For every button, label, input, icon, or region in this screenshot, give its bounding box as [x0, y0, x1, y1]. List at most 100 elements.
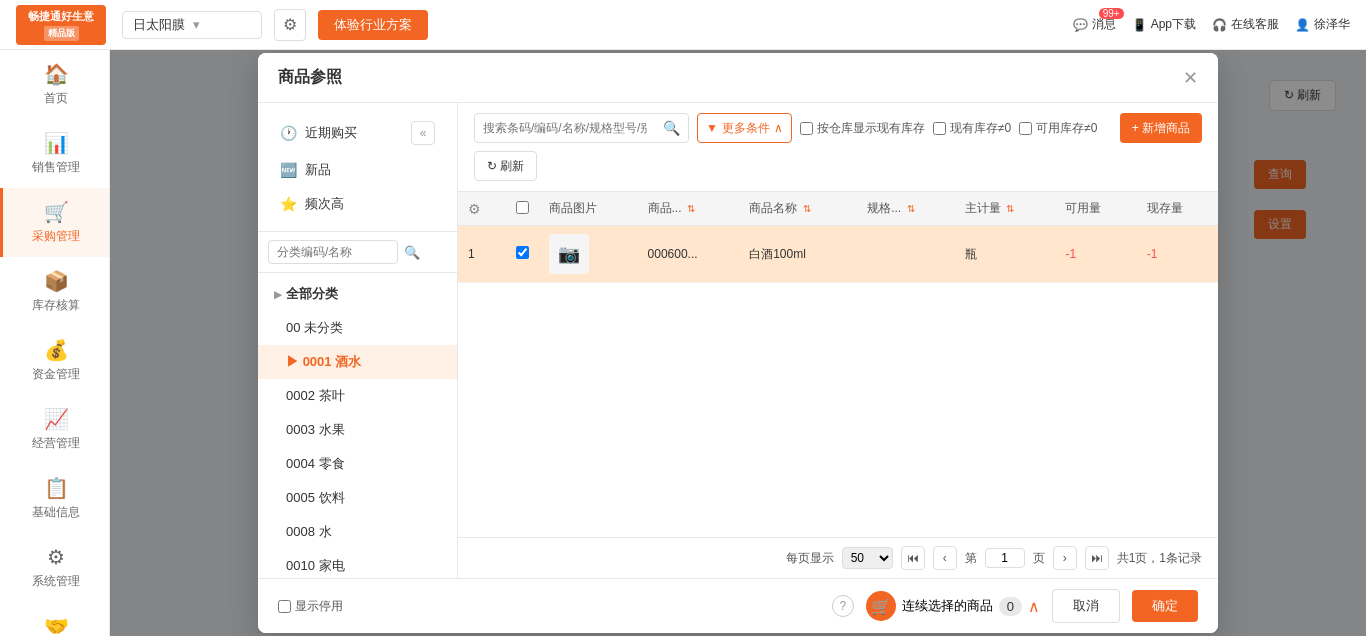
th-image: 商品图片	[539, 192, 638, 226]
sidebar: 🏠 首页 📊 销售管理 🛒 采购管理 📦 库存核算 💰 资金管理 📈 经营管理 …	[0, 50, 110, 636]
th-code[interactable]: 商品... ⇅	[638, 192, 740, 226]
inventory-icon: 📦	[44, 269, 69, 293]
quick-item-new[interactable]: 🆕 新品	[268, 153, 447, 187]
page-label2: 页	[1033, 550, 1045, 567]
row-checkbox[interactable]	[506, 226, 539, 283]
per-page-select[interactable]: 50 100 200	[842, 547, 893, 569]
sidebar-item-system[interactable]: ⚙ 系统管理	[0, 533, 109, 602]
th-spec[interactable]: 规格... ⇅	[857, 192, 955, 226]
page-number-input[interactable]	[985, 548, 1025, 568]
collapse-button[interactable]: «	[411, 121, 435, 145]
navbar: 畅捷通好生意 精品版 日太阳膜 ▾ ⚙ 体验行业方案 💬 消息 99+ 📱 Ap…	[0, 0, 1366, 50]
categories-list: ▶ 全部分类 00 未分类 ▶ 0001 酒水 0002	[258, 273, 457, 578]
category-water-label: 0008 水	[286, 524, 332, 539]
category-water[interactable]: 0008 水	[258, 515, 457, 549]
product-search-button[interactable]: 🔍	[655, 120, 688, 136]
user-item[interactable]: 👤 徐泽华	[1295, 16, 1350, 33]
row-num: 1	[458, 226, 506, 283]
product-table: ⚙ 商品图片 商品... ⇅ 商品名称 ⇅ 规格... ⇅ 主计量 ⇅ 可用量	[458, 192, 1218, 283]
quick-items-list: 🕐 近期购买 « 🆕 新品 ⭐ 频次高	[268, 113, 447, 221]
cart-icon[interactable]: 🛒	[866, 591, 896, 621]
product-search-input[interactable]	[475, 121, 655, 135]
th-name[interactable]: 商品名称 ⇅	[739, 192, 857, 226]
category-fruit[interactable]: 0003 水果	[258, 413, 457, 447]
new-icon: 🆕	[280, 162, 297, 178]
total-info: 共1页，1条记录	[1117, 550, 1202, 567]
modal-close-button[interactable]: ✕	[1183, 69, 1198, 87]
first-page-button[interactable]: ⏮	[901, 546, 925, 570]
sidebar-item-finance[interactable]: 💰 资金管理	[0, 326, 109, 395]
settings-icon[interactable]: ⚙	[274, 9, 306, 41]
checkbox-stock-input[interactable]	[933, 122, 946, 135]
sidebar-item-inventory[interactable]: 📦 库存核算	[0, 257, 109, 326]
service-label: 在线客服	[1231, 16, 1279, 33]
category-drink[interactable]: 0005 饮料	[258, 481, 457, 515]
show-disabled-input[interactable]	[278, 600, 291, 613]
category-search-input[interactable]	[268, 240, 398, 264]
help-button[interactable]: ?	[832, 595, 854, 617]
prev-page-button[interactable]: ‹	[933, 546, 957, 570]
checkbox-available[interactable]: 可用库存≠0	[1019, 120, 1097, 137]
checkbox-stock[interactable]: 现有库存≠0	[933, 120, 1011, 137]
sidebar-item-purchase[interactable]: 🛒 采购管理	[0, 188, 109, 257]
modal-title: 商品参照	[278, 67, 342, 88]
confirm-button[interactable]: 确定	[1132, 590, 1198, 622]
sidebar-label-management: 经营管理	[32, 435, 80, 452]
sidebar-item-home[interactable]: 🏠 首页	[0, 50, 109, 119]
refresh-button[interactable]: ↻ 刷新	[474, 151, 537, 181]
cancel-button[interactable]: 取消	[1052, 589, 1120, 623]
checkbox-warehouse-label: 按仓库显示现有库存	[817, 120, 925, 137]
category-liquor[interactable]: ▶ 0001 酒水	[258, 345, 457, 379]
table-row[interactable]: 1 📷 000600... 白酒100ml 瓶	[458, 226, 1218, 283]
filter-more-button[interactable]: ▼ 更多条件 ∧	[697, 113, 792, 143]
category-search-icon[interactable]: 🔍	[404, 245, 420, 260]
logo: 畅捷通好生意 精品版	[16, 5, 106, 45]
home-icon: 🏠	[44, 62, 69, 86]
checkbox-warehouse-input[interactable]	[800, 122, 813, 135]
select-all-checkbox[interactable]	[516, 201, 529, 214]
cart-section: 🛒 连续选择的商品 0 ∧	[866, 591, 1040, 621]
sidebar-item-sales[interactable]: 📊 销售管理	[0, 119, 109, 188]
store-selector[interactable]: 日太阳膜 ▾	[122, 11, 262, 39]
app-download-item[interactable]: 📱 App下载	[1132, 16, 1196, 33]
category-snack[interactable]: 0004 零食	[258, 447, 457, 481]
sidebar-item-management[interactable]: 📈 经营管理	[0, 395, 109, 464]
row-select-checkbox[interactable]	[516, 246, 529, 259]
show-disabled-checkbox[interactable]: 显示停用	[278, 598, 343, 615]
sidebar-item-enterprise[interactable]: 🤝 企业协同	[0, 602, 109, 636]
sales-icon: 📊	[44, 131, 69, 155]
collapse-cart-icon[interactable]: ∧	[1028, 597, 1040, 616]
quick-item-recent[interactable]: 🕐 近期购买 «	[268, 113, 447, 153]
message-item[interactable]: 💬 消息 99+	[1073, 16, 1116, 33]
user-name: 徐泽华	[1314, 16, 1350, 33]
app-label: App下载	[1151, 16, 1196, 33]
checkbox-warehouse[interactable]: 按仓库显示现有库存	[800, 120, 925, 137]
sidebar-item-basic[interactable]: 📋 基础信息	[0, 464, 109, 533]
navbar-right: 💬 消息 99+ 📱 App下载 🎧 在线客服 👤 徐泽华	[1073, 16, 1350, 33]
modal-header: 商品参照 ✕	[258, 53, 1218, 103]
th-settings[interactable]: ⚙	[458, 192, 506, 226]
sidebar-label-finance: 资金管理	[32, 366, 80, 383]
per-page-label: 每页显示	[786, 550, 834, 567]
next-page-button[interactable]: ›	[1053, 546, 1077, 570]
quick-item-frequent[interactable]: ⭐ 频次高	[268, 187, 447, 221]
modal-footer: 显示停用 ? 🛒 连续选择的商品 0 ∧ 取消 确定	[258, 578, 1218, 633]
chevron-down-icon: ▾	[193, 17, 200, 32]
category-uncategorized[interactable]: 00 未分类	[258, 311, 457, 345]
category-appliance[interactable]: 0010 家电	[258, 549, 457, 578]
checkbox-available-input[interactable]	[1019, 122, 1032, 135]
add-product-button[interactable]: + 新增商品	[1120, 113, 1202, 143]
category-tea[interactable]: 0002 茶叶	[258, 379, 457, 413]
th-unit[interactable]: 主计量 ⇅	[955, 192, 1056, 226]
last-page-button[interactable]: ⏭	[1085, 546, 1109, 570]
th-checkbox[interactable]	[506, 192, 539, 226]
category-search-bar: 🔍	[258, 232, 457, 273]
category-all-label: 全部分类	[286, 285, 338, 303]
product-reference-modal: 商品参照 ✕ 🕐 近期购买 «	[258, 53, 1218, 633]
phone-icon: 📱	[1132, 18, 1147, 32]
trial-button[interactable]: 体验行业方案	[318, 10, 428, 40]
category-all[interactable]: ▶ 全部分类	[258, 277, 457, 311]
content-area: 查询 设置 ↻ 刷新 商品参照 ✕ 🕐	[110, 50, 1366, 636]
recent-icon: 🕐	[280, 125, 297, 141]
service-item[interactable]: 🎧 在线客服	[1212, 16, 1279, 33]
